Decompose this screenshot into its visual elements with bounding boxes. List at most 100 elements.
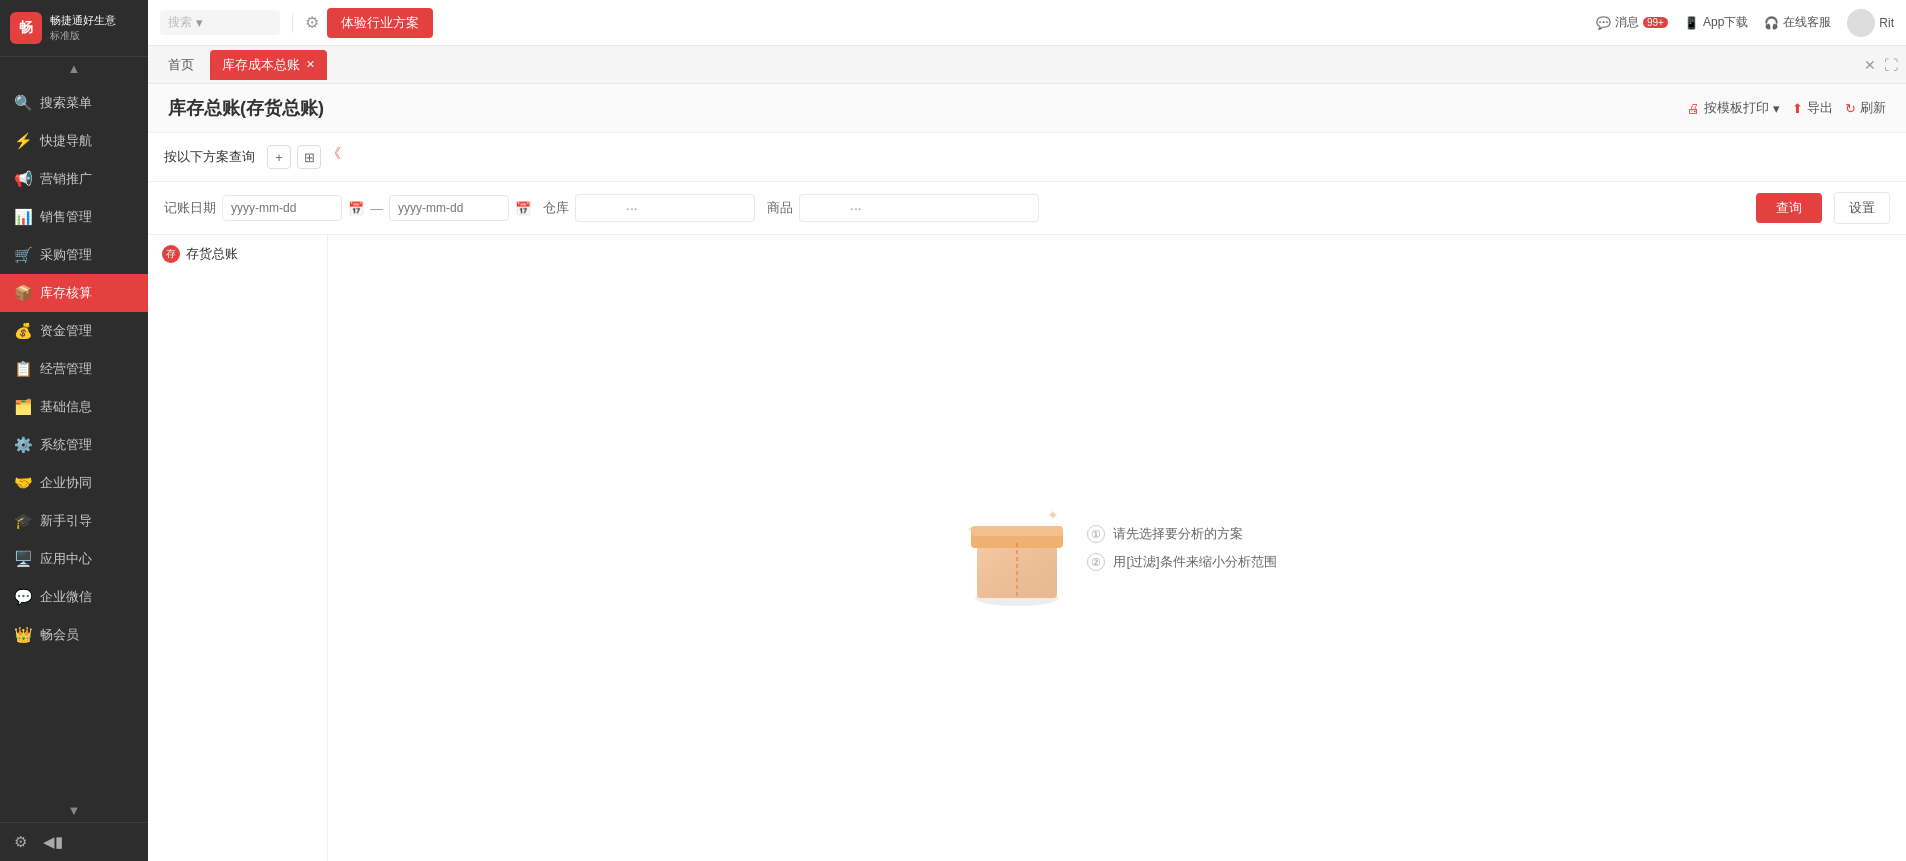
page-header: 库存总账(存货总账) 🖨 按模板打印 ▾ ⬆ 导出 ↻ 刷新 [148,84,1906,133]
scheme-sidebar: 存 存货总账 [148,235,328,861]
refresh-btn[interactable]: ↻ 刷新 [1845,99,1886,117]
scheme-item-icon: 存 [162,245,180,263]
filter-bar: 按以下方案查询 + ⊞ 《 [148,133,1906,182]
hint-text-1: 请先选择要分析的方案 [1113,525,1243,543]
scheme-item-inventory[interactable]: 存 存货总账 [148,235,327,273]
sidebar-item-sales[interactable]: 📊 销售管理 [0,198,148,236]
settings-icon[interactable]: ⚙ [14,833,27,851]
svg-text:✦: ✦ [1047,507,1059,523]
page-header-actions: 🖨 按模板打印 ▾ ⬆ 导出 ↻ 刷新 [1687,99,1886,117]
sidebar-item-inventory[interactable]: 📦 库存核算 [0,274,148,312]
inventory-icon: 📦 [14,284,32,302]
page-title: 库存总账(存货总账) [168,96,324,120]
appstore-icon: 🖥️ [14,550,32,568]
industry-btn[interactable]: 体验行业方案 [327,8,433,38]
user-name: Rit [1879,16,1894,30]
sidebar-item-capital[interactable]: 💰 资金管理 [0,312,148,350]
empty-hint-2: ② 用[过滤]条件来缩小分析范围 [1087,553,1276,571]
empty-box-svg: ✦ ✦ [957,498,1077,608]
hint-text-2: 用[过滤]条件来缩小分析范围 [1113,553,1276,571]
product-more-icon: ··· [850,200,862,216]
product-label: 商品 [767,199,793,217]
settings-btn[interactable]: 设置 [1834,192,1890,224]
product-field: 商品 ··· [767,194,1039,222]
system-icon: ⚙️ [14,436,32,454]
gear-icon[interactable]: ⚙ [305,13,319,32]
hint-num-2: ② [1087,553,1105,571]
query-btn[interactable]: 查询 [1756,193,1822,223]
message-btn[interactable]: 💬 消息 99+ [1596,14,1668,31]
warehouse-field: 仓库 ··· [543,194,755,222]
filter-inputs: 记账日期 📅 — 📅 仓库 ··· 商品 ··· [148,182,1906,235]
filter-collapse-btn[interactable]: 《 [327,145,341,169]
tab-close-panel-icon[interactable]: ✕ [1864,57,1876,73]
sidebar-item-cooperation[interactable]: 🤝 企业协同 [0,464,148,502]
sidebar-scroll-up[interactable]: ▲ [0,57,148,80]
app-subtitle: 标准版 [50,29,116,43]
product-select[interactable]: ··· [799,194,1039,222]
export-icon: ⬆ [1792,101,1803,116]
refresh-icon: ↻ [1845,101,1856,116]
tab-expand-icon[interactable]: ⛶ [1884,57,1898,73]
svg-text:✦: ✦ [967,524,975,535]
sidebar-item-shortcut[interactable]: ⚡ 快捷导航 [0,122,148,160]
warehouse-label: 仓库 [543,199,569,217]
date-label: 记账日期 [164,199,216,217]
mute-icon[interactable]: ◀▮ [43,833,63,851]
sidebar-item-wechat[interactable]: 💬 企业微信 [0,578,148,616]
basics-icon: 🗂️ [14,398,32,416]
operations-icon: 📋 [14,360,32,378]
empty-hints: ① 请先选择要分析的方案 ② 用[过滤]条件来缩小分析范围 [1087,525,1276,571]
sidebar-item-newbie[interactable]: 🎓 新手引导 [0,502,148,540]
scheme-item-label: 存货总账 [186,245,238,263]
hint-num-1: ① [1087,525,1105,543]
export-btn[interactable]: ⬆ 导出 [1792,99,1833,117]
empty-illustration: ✦ ✦ [957,498,1057,598]
svg-rect-4 [971,526,1063,536]
tab-home[interactable]: 首页 [156,50,206,80]
date-dash: — [370,201,383,216]
sidebar-scroll-down[interactable]: ▼ [0,799,148,822]
sidebar-item-marketing[interactable]: 📢 营销推广 [0,160,148,198]
calendar-start-icon[interactable]: 📅 [348,201,364,216]
date-start-input[interactable] [222,195,342,221]
warehouse-select[interactable]: ··· [575,194,755,222]
sidebar-item-purchase[interactable]: 🛒 采购管理 [0,236,148,274]
tab-close-icon[interactable]: ✕ [306,58,315,71]
tab-home-label: 首页 [168,56,194,74]
marketing-icon: 📢 [14,170,32,188]
filter-actions: + ⊞ 《 [267,145,341,169]
user-profile-btn[interactable]: Rit [1847,9,1894,37]
sidebar-item-search[interactable]: 🔍 搜索菜单 [0,84,148,122]
sidebar-item-appstore[interactable]: 🖥️ 应用中心 [0,540,148,578]
tab-inventory-ledger-label: 库存成本总账 [222,56,300,74]
tab-inventory-ledger[interactable]: 库存成本总账 ✕ [210,50,327,80]
sidebar-item-basics[interactable]: 🗂️ 基础信息 [0,388,148,426]
purchase-icon: 🛒 [14,246,32,264]
filter-schema-btn[interactable]: ⊞ [297,145,321,169]
headset-icon: 🎧 [1764,16,1779,30]
message-badge: 99+ [1643,17,1668,28]
main-area: 搜索 ▾ ⚙ 体验行业方案 💬 消息 99+ 📱 App下载 🎧 在线客服 Ri… [148,0,1906,861]
tabbar: 首页 库存成本总账 ✕ ✕ ⛶ [148,46,1906,84]
online-service-btn[interactable]: 🎧 在线客服 [1764,14,1831,31]
topbar: 搜索 ▾ ⚙ 体验行业方案 💬 消息 99+ 📱 App下载 🎧 在线客服 Ri… [148,0,1906,46]
sidebar: 畅 畅捷通好生意 标准版 ▲ 🔍 搜索菜单 ⚡ 快捷导航 📢 营销推广 📊 销售… [0,0,148,861]
topbar-divider [292,13,293,33]
shortcut-icon: ⚡ [14,132,32,150]
warehouse-more-icon: ··· [626,200,638,216]
newbie-icon: 🎓 [14,512,32,530]
date-field: 记账日期 📅 — 📅 [164,195,531,221]
sidebar-item-system[interactable]: ⚙️ 系统管理 [0,426,148,464]
avatar [1847,9,1875,37]
date-end-input[interactable] [389,195,509,221]
sidebar-item-operations[interactable]: 📋 经营管理 [0,350,148,388]
calendar-end-icon[interactable]: 📅 [515,201,531,216]
logo-icon: 畅 [10,12,42,44]
app-download-btn[interactable]: 📱 App下载 [1684,14,1748,31]
member-icon: 👑 [14,626,32,644]
sidebar-item-member[interactable]: 👑 畅会员 [0,616,148,654]
filter-add-btn[interactable]: + [267,145,291,169]
topbar-search-area[interactable]: 搜索 ▾ [160,10,280,35]
print-btn[interactable]: 🖨 按模板打印 ▾ [1687,99,1780,117]
